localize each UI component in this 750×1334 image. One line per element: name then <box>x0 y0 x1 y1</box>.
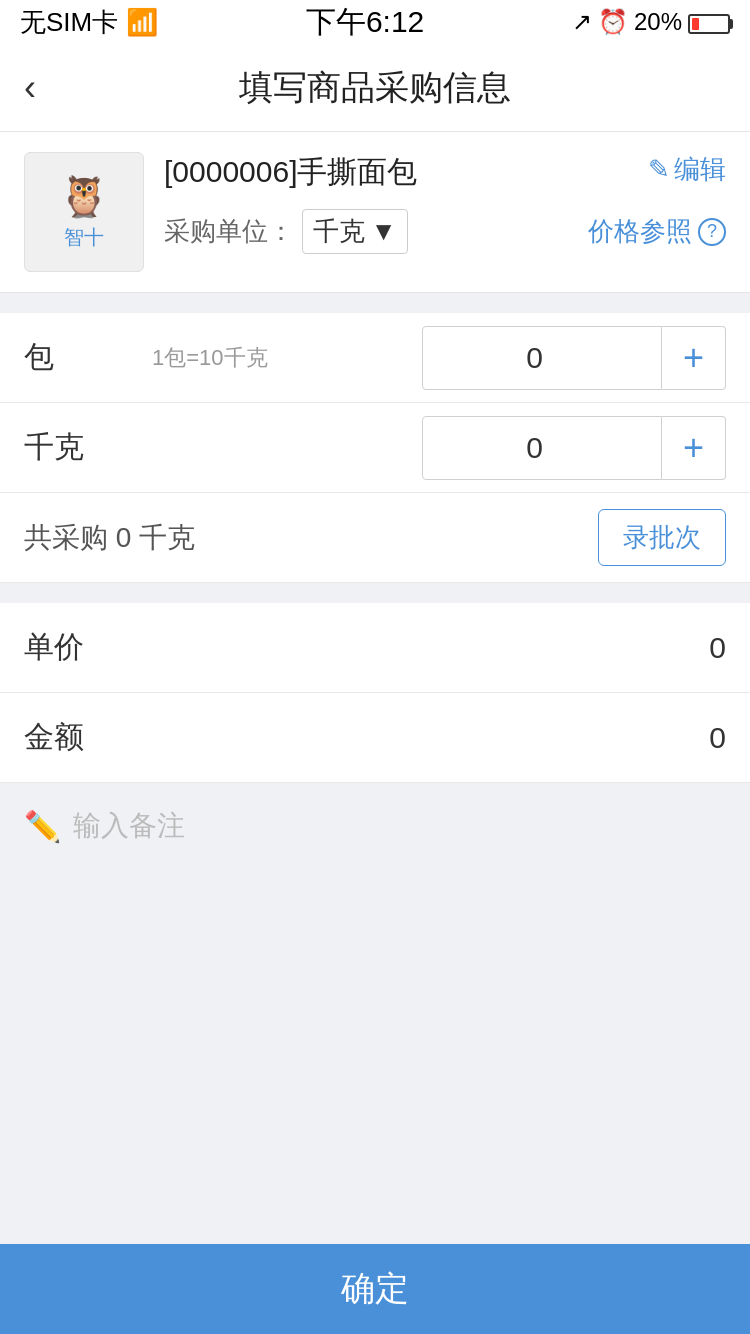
remark-placeholder: 输入备注 <box>73 807 185 845</box>
edit-icon: ✎ <box>648 154 670 185</box>
unit-price-row: 单价 0 <box>0 603 750 693</box>
package-input-wrap: + <box>268 326 726 390</box>
quantity-section: 包 1包=10千克 + 千克 + <box>0 313 750 493</box>
info-icon: ? <box>698 218 726 246</box>
remark-section[interactable]: ✏️ 输入备注 <box>0 783 750 869</box>
product-unit-row: 采购单位： 千克 ▼ 价格参照 ? <box>164 209 726 254</box>
battery-percent: 20% <box>634 8 682 36</box>
kg-input-wrap: + <box>144 416 726 480</box>
amount-label: 金额 <box>24 717 84 758</box>
confirm-button[interactable]: 确定 <box>0 1244 750 1334</box>
time-label: 下午6:12 <box>306 2 424 43</box>
kg-plus-button[interactable]: + <box>662 416 726 480</box>
record-batch-button[interactable]: 录批次 <box>598 509 726 566</box>
bottom-area <box>0 869 750 1169</box>
package-label: 包 <box>24 337 144 378</box>
package-sub-label: 1包=10千克 <box>152 343 268 373</box>
back-button[interactable]: ‹ <box>24 67 36 109</box>
unit-price-label: 单价 <box>24 627 84 668</box>
amount-value: 0 <box>709 721 726 755</box>
kg-stepper: + <box>422 416 726 480</box>
product-info: [0000006]手撕面包 ✎ 编辑 采购单位： 千克 ▼ 价格参照 ? <box>164 152 726 254</box>
pencil-icon: ✏️ <box>24 809 61 844</box>
amount-row: 金额 0 <box>0 693 750 783</box>
status-bar: 无SIM卡 📶 下午6:12 ↗ ⏰ 20% <box>0 0 750 44</box>
unit-section: 采购单位： 千克 ▼ <box>164 209 408 254</box>
product-name: [0000006]手撕面包 <box>164 152 417 193</box>
package-input[interactable] <box>422 326 662 390</box>
dropdown-arrow-icon: ▼ <box>371 216 397 247</box>
unit-price-value: 0 <box>709 631 726 665</box>
unit-label: 采购单位： <box>164 216 294 246</box>
nav-bar: ‹ 填写商品采购信息 <box>0 44 750 132</box>
summary-row: 共采购 0 千克 录批次 <box>0 493 750 583</box>
summary-text: 共采购 0 千克 <box>24 519 195 557</box>
status-left: 无SIM卡 📶 <box>20 5 158 40</box>
product-name-row: [0000006]手撕面包 ✎ 编辑 <box>164 152 726 193</box>
section-divider-2 <box>0 583 750 603</box>
package-input-row: 包 1包=10千克 + <box>0 313 750 403</box>
package-plus-button[interactable]: + <box>662 326 726 390</box>
kg-input-row: 千克 + <box>0 403 750 493</box>
price-ref-button[interactable]: 价格参照 ? <box>588 214 726 249</box>
section-divider-1 <box>0 293 750 313</box>
wifi-icon: 📶 <box>126 7 158 38</box>
edit-button[interactable]: ✎ 编辑 <box>648 152 726 187</box>
page-title: 填写商品采购信息 <box>239 65 511 111</box>
product-image: 🦉 智十 <box>24 152 144 272</box>
carrier-label: 无SIM卡 <box>20 5 118 40</box>
kg-input[interactable] <box>422 416 662 480</box>
package-stepper: + <box>422 326 726 390</box>
kg-label: 千克 <box>24 427 144 468</box>
status-right: ↗ ⏰ 20% <box>572 8 730 36</box>
alarm-icon: ⏰ <box>598 8 628 36</box>
product-logo-text: 智十 <box>64 224 104 251</box>
product-card: 🦉 智十 [0000006]手撕面包 ✎ 编辑 采购单位： 千克 ▼ 价格参照 <box>0 132 750 293</box>
location-icon: ↗ <box>572 8 592 36</box>
unit-select[interactable]: 千克 ▼ <box>302 209 408 254</box>
product-logo-icon: 🦉 <box>59 173 109 220</box>
battery-indicator <box>688 8 730 36</box>
price-section: 单价 0 金额 0 <box>0 603 750 783</box>
